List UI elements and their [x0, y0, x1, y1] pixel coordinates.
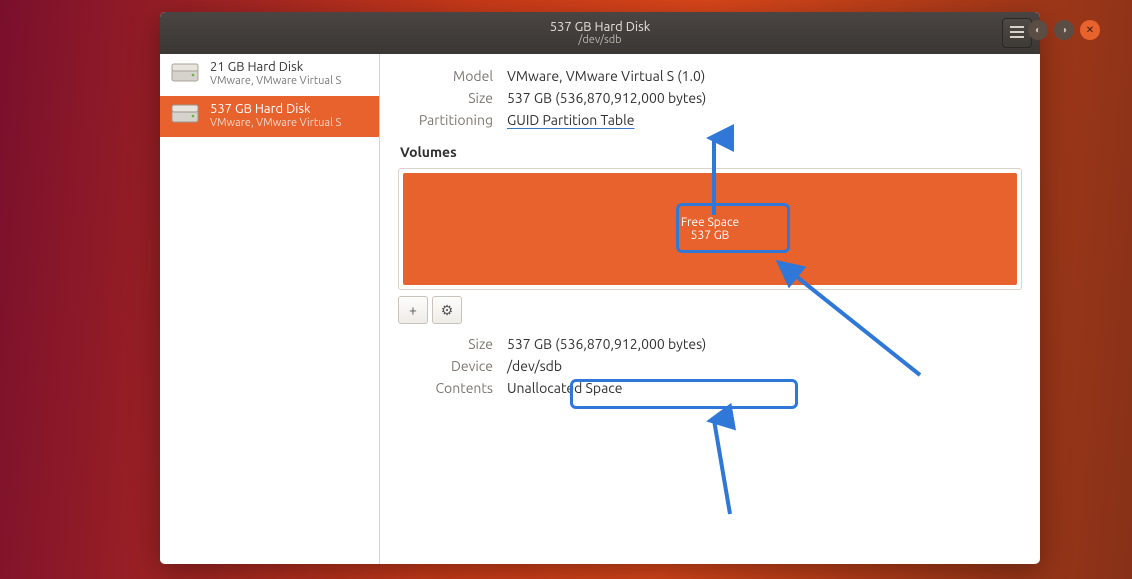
value-size: 537 GB (536,870,912,000 bytes) [507, 90, 1022, 106]
indicator-icon[interactable]: ◐ [1028, 20, 1048, 40]
value-vol-contents: Unallocated Space [507, 380, 1022, 396]
hdd-icon [170, 103, 200, 127]
label-model: Model [398, 68, 493, 84]
value-vol-device: /dev/sdb [507, 358, 1022, 374]
window-close-button[interactable]: ✕ [1080, 20, 1100, 40]
drive-item-title: 537 GB Hard Disk [210, 102, 341, 117]
drive-item-0[interactable]: 21 GB Hard Disk VMware, VMware Virtual S [160, 54, 379, 96]
annotation-arrow [770, 255, 930, 385]
window-title-sub: /dev/sdb [550, 34, 651, 46]
label-partitioning: Partitioning [398, 112, 493, 128]
label-size: Size [398, 90, 493, 106]
hdd-icon [170, 62, 200, 86]
disk-summary: Model VMware, VMware Virtual S (1.0) Siz… [398, 68, 1022, 128]
volume-block-line2: 537 GB [681, 229, 739, 242]
drive-item-sub: VMware, VMware Virtual S [210, 75, 341, 88]
value-vol-size: 537 GB (536,870,912,000 bytes) [507, 336, 1022, 352]
annotation-arrow [700, 412, 740, 522]
drive-item-title: 21 GB Hard Disk [210, 60, 341, 75]
drive-item-sub: VMware, VMware Virtual S [210, 117, 341, 130]
gear-icon: ⚙ [441, 302, 454, 319]
label-vol-device: Device [398, 358, 493, 374]
drive-list: 21 GB Hard Disk VMware, VMware Virtual S… [160, 54, 380, 564]
volume-settings-button[interactable]: ⚙ [432, 296, 462, 324]
annotation-arrow [704, 130, 724, 220]
titlebar: 537 GB Hard Disk /dev/sdb [160, 12, 1040, 54]
indicator-icon[interactable]: ◑ [1054, 20, 1074, 40]
value-partitioning[interactable]: GUID Partition Table [507, 112, 634, 128]
hamburger-icon [1010, 24, 1024, 42]
label-vol-contents: Contents [398, 380, 493, 396]
window-title: 537 GB Hard Disk /dev/sdb [550, 20, 651, 46]
label-vol-size: Size [398, 336, 493, 352]
desktop-indicators: ◐ ◑ ✕ [1028, 20, 1100, 40]
plus-icon: + [409, 302, 417, 318]
drive-item-1[interactable]: 537 GB Hard Disk VMware, VMware Virtual … [160, 96, 379, 138]
drive-item-text: 21 GB Hard Disk VMware, VMware Virtual S [210, 60, 341, 88]
window-title-main: 537 GB Hard Disk [550, 20, 651, 34]
drive-item-text: 537 GB Hard Disk VMware, VMware Virtual … [210, 102, 341, 130]
add-partition-button[interactable]: + [398, 296, 428, 324]
value-model: VMware, VMware Virtual S (1.0) [507, 68, 1022, 84]
